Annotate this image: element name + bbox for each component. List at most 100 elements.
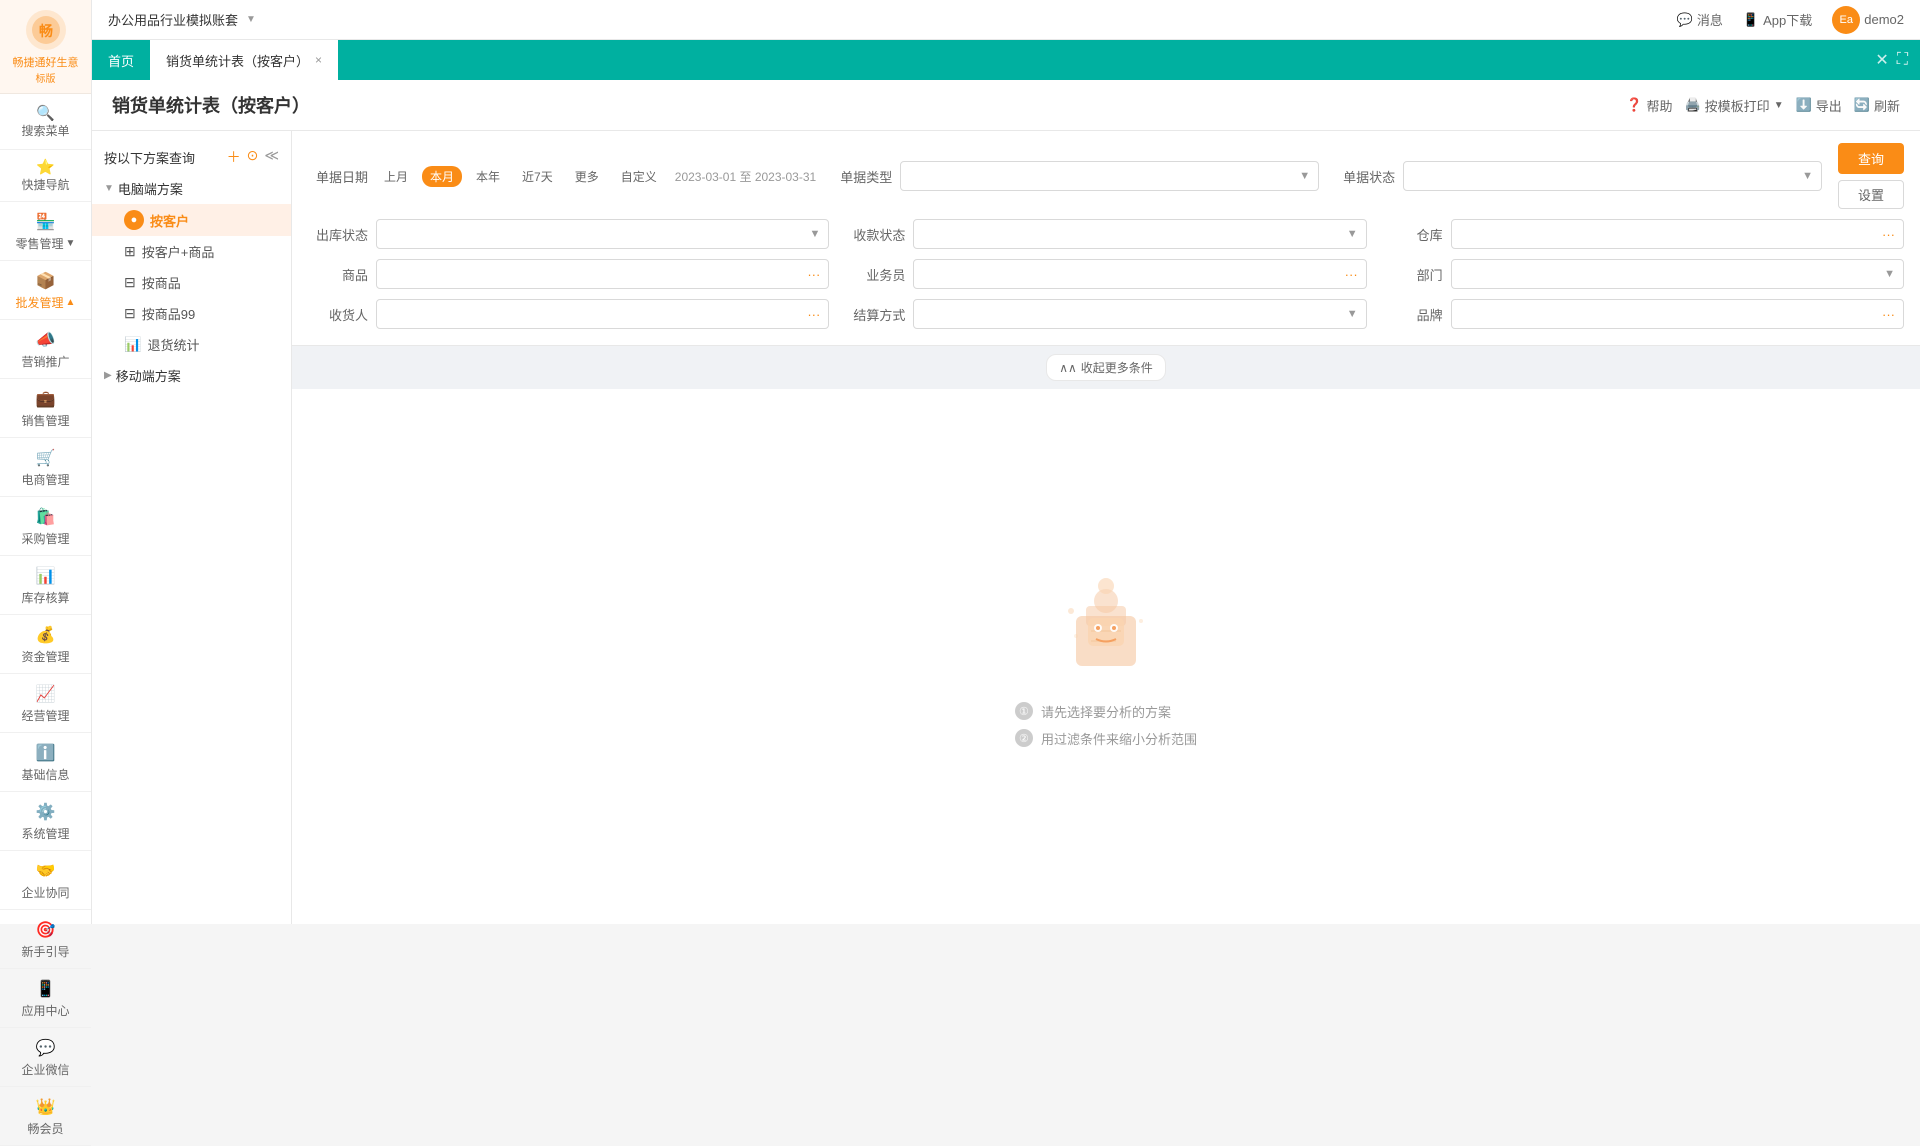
settings-button[interactable]: 设置 <box>1838 180 1904 209</box>
sidebar-item-system[interactable]: ⚙️ 系统管理 <box>0 792 91 851</box>
warehouse-more-icon: ··· <box>1882 227 1895 242</box>
tab-expand-button[interactable]: ⛶ <box>1897 51 1908 69</box>
operations-icon: 📈 <box>36 684 56 704</box>
date-shortcut-this-year[interactable]: 本年 <box>468 166 508 187</box>
tree-mobile-parent[interactable]: ▶ 移动端方案 <box>92 360 291 391</box>
message-button[interactable]: 💬 消息 <box>1677 10 1723 29</box>
product-input[interactable]: ··· <box>376 259 829 289</box>
date-shortcut-last-7-days[interactable]: 近7天 <box>514 166 561 187</box>
date-shortcut-custom[interactable]: 自定义 <box>613 166 665 187</box>
sidebar-item-quick-nav[interactable]: ⭐ 快捷导航 <box>0 150 91 202</box>
chevron-up-icon: ▲ <box>66 297 76 308</box>
user-profile[interactable]: Ea demo2 <box>1832 6 1904 34</box>
inventory-icon: 📊 <box>36 566 56 586</box>
consignee-input[interactable]: ··· <box>376 299 829 329</box>
system-icon: ⚙️ <box>36 802 56 822</box>
date-shortcuts: 上月 本月 本年 近7天 更多 自定义 2023-03-01 至 2023-03… <box>376 166 816 187</box>
tab-close-all-button[interactable]: ✕ <box>1875 50 1888 70</box>
help-icon: ❓ <box>1626 97 1642 113</box>
marketing-icon: 📣 <box>36 330 56 350</box>
sidebar-item-retail[interactable]: 🏪 零售管理 ▼ <box>0 202 91 261</box>
active-indicator: ● <box>124 210 144 230</box>
ship-status-label: 出库状态 <box>308 225 368 244</box>
ecommerce-icon: 🛒 <box>36 448 56 468</box>
order-status-input[interactable]: ▼ <box>1403 161 1822 191</box>
sidebar-item-finance[interactable]: 💰 资金管理 <box>0 615 91 674</box>
grid-icon: ⊞ <box>124 243 136 260</box>
finance-icon: 💰 <box>36 625 56 645</box>
refresh-icon: 🔄 <box>1854 97 1870 113</box>
sidebar-item-ecommerce[interactable]: 🛒 电商管理 <box>0 438 91 497</box>
payment-status-label: 收款状态 <box>845 225 905 244</box>
date-shortcut-last-month[interactable]: 上月 <box>376 166 416 187</box>
logo-icon: 畅 <box>24 8 68 52</box>
sidebar-item-purchase[interactable]: 🛍️ 采购管理 <box>0 497 91 556</box>
ship-status-input[interactable]: ▼ <box>376 219 829 249</box>
tip-num-2: ② <box>1015 729 1033 747</box>
sidebar-logo[interactable]: 畅 畅捷通好生意 标版 <box>0 0 91 94</box>
collapse-button[interactable]: ∧∧ 收起更多条件 <box>1046 354 1166 381</box>
tree-child-by-customer[interactable]: ● 按客户 <box>92 204 291 236</box>
print-template-button[interactable]: 🖨️ 按模板打印 ▼ <box>1684 96 1783 115</box>
department-input[interactable]: ▼ <box>1451 259 1904 289</box>
tree-desktop-parent[interactable]: ▼ 电脑端方案 <box>92 173 291 204</box>
warehouse-label: 仓库 <box>1383 225 1443 244</box>
tree-child-return-stats[interactable]: 📊 退货统计 <box>92 329 291 360</box>
download-icon: 📱 <box>1743 12 1759 28</box>
sidebar-item-search[interactable]: 🔍 搜索菜单 <box>0 94 91 150</box>
print-dropdown-icon: ▼ <box>1774 100 1784 111</box>
table-icon: ⊟ <box>124 274 136 291</box>
help-button[interactable]: ❓ 帮助 <box>1626 96 1672 115</box>
brand-input[interactable]: ··· <box>1451 299 1904 329</box>
sidebar-item-inventory[interactable]: 📊 库存核算 <box>0 556 91 615</box>
edit-scheme-icon[interactable]: ⊙ <box>247 147 259 167</box>
payment-status-input[interactable]: ▼ <box>913 219 1366 249</box>
sidebar-item-newbie[interactable]: 🎯 新手引导 <box>0 910 91 969</box>
warehouse-input[interactable]: ··· <box>1451 219 1904 249</box>
collapse-panel-icon[interactable]: ≪ <box>264 147 279 167</box>
sidebar-item-sales[interactable]: 💼 销售管理 <box>0 379 91 438</box>
sidebar-item-vip[interactable]: 👑 畅会员 <box>0 1087 91 1146</box>
app-download-button[interactable]: 📱 App下载 <box>1743 10 1812 29</box>
sidebar-item-enterprise-wechat[interactable]: 💬 企业微信 <box>0 1028 91 1087</box>
query-button[interactable]: 查询 <box>1838 143 1904 174</box>
add-scheme-icon[interactable]: ＋ <box>227 147 241 167</box>
header-dropdown-icon[interactable]: ▼ <box>246 14 256 25</box>
payment-dropdown-icon: ▼ <box>1347 228 1358 240</box>
settlement-input[interactable]: ▼ <box>913 299 1366 329</box>
retail-icon: 🏪 <box>36 212 56 232</box>
product-label: 商品 <box>308 265 368 284</box>
tree-child-by-product[interactable]: ⊟ 按商品 <box>92 267 291 298</box>
consignee-label: 收货人 <box>308 305 368 324</box>
date-shortcut-more[interactable]: 更多 <box>567 166 607 187</box>
tab-bar: 首页 销货单统计表（按客户） × ✕ ⛶ <box>92 40 1920 80</box>
chart-icon: 📊 <box>124 336 141 353</box>
date-shortcut-this-month[interactable]: 本月 <box>422 166 462 187</box>
sidebar-item-marketing[interactable]: 📣 营销推广 <box>0 320 91 379</box>
sidebar-item-app-center[interactable]: 📱 应用中心 <box>0 969 91 1028</box>
tab-active[interactable]: 销货单统计表（按客户） × <box>150 40 338 80</box>
export-button[interactable]: ⬇️ 导出 <box>1796 96 1842 115</box>
sidebar-item-wholesale[interactable]: 📦 批发管理 ▲ <box>0 261 91 320</box>
enterprise-wechat-icon: 💬 <box>36 1038 56 1058</box>
chevron-up-icon: ∧∧ <box>1059 361 1077 375</box>
tree-child-by-customer-product[interactable]: ⊞ 按客户+商品 <box>92 236 291 267</box>
empty-illustration <box>1046 566 1166 686</box>
left-panel: 按以下方案查询 ＋ ⊙ ≪ ▼ 电脑端方案 <box>92 131 292 924</box>
header-title: 办公用品行业模拟账套 <box>108 10 238 29</box>
tab-close-button[interactable]: × <box>315 53 322 67</box>
sidebar-item-basic[interactable]: ℹ️ 基础信息 <box>0 733 91 792</box>
refresh-button[interactable]: 🔄 刷新 <box>1854 96 1900 115</box>
basic-icon: ℹ️ <box>36 743 56 763</box>
sidebar-item-enterprise[interactable]: 🤝 企业协同 <box>0 851 91 910</box>
sidebar-item-operations[interactable]: 📈 经营管理 <box>0 674 91 733</box>
message-icon: 💬 <box>1677 12 1693 28</box>
tab-home[interactable]: 首页 <box>92 40 150 80</box>
app-center-icon: 📱 <box>36 979 56 999</box>
order-type-input[interactable]: ▼ <box>900 161 1319 191</box>
print-icon: 🖨️ <box>1684 97 1700 113</box>
salesperson-more-icon: ··· <box>1345 267 1358 282</box>
tree-child-by-product99[interactable]: ⊟ 按商品99 <box>92 298 291 329</box>
product-more-icon: ··· <box>807 267 820 282</box>
salesperson-input[interactable]: ··· <box>913 259 1366 289</box>
